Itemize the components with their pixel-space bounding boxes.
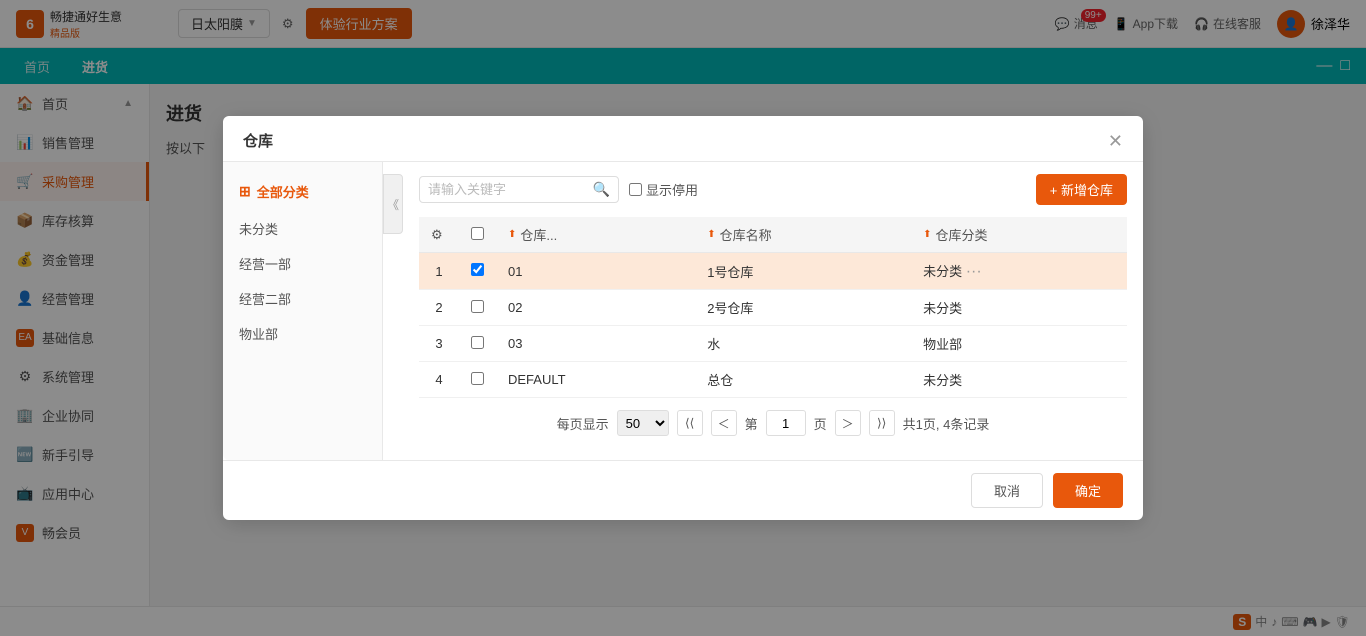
last-page-button[interactable]: ⟩⟩ (869, 410, 895, 436)
row-actions: 4 (419, 362, 459, 398)
row-category: 未分类 ··· (911, 253, 1127, 290)
modal-sidebar-header[interactable]: ⊞ 全部分类 (223, 174, 382, 211)
modal-toolbar: 🔍 显示停用 + 新增仓库 (419, 174, 1127, 205)
row-checkbox-cell (459, 326, 496, 362)
row-category: 物业部 (911, 326, 1127, 362)
row-checkbox-cell (459, 290, 496, 326)
row-actions: 1 (419, 253, 459, 290)
modal-sidebar-item-ops1[interactable]: 经营一部 (223, 246, 382, 281)
row-checkbox[interactable] (471, 300, 484, 313)
cancel-button[interactable]: 取消 (971, 473, 1043, 508)
modal-body: ⊞ 全部分类 未分类 经营一部 经营二部 物业部 《 🔍 (223, 162, 1143, 460)
modal-footer: 取消 确定 (223, 460, 1143, 520)
search-box: 🔍 (419, 176, 619, 203)
per-page-select[interactable]: 50 10 20 100 (617, 410, 669, 436)
modal-close-button[interactable]: ✕ (1108, 132, 1123, 150)
row-num: 2 (435, 300, 442, 315)
row-code: DEFAULT (496, 362, 695, 398)
warehouse-table: ⚙ ⬆ 仓库... (419, 217, 1127, 398)
new-warehouse-button[interactable]: + 新增仓库 (1036, 174, 1127, 205)
sort-icon-code: ⬆ (508, 229, 516, 240)
table-row: 1 01 1号仓库 未分类 ··· (419, 253, 1127, 290)
row-checkbox[interactable] (471, 263, 484, 276)
select-all-checkbox[interactable] (471, 227, 484, 240)
prev-page-button[interactable]: ＜ (711, 410, 737, 436)
table-header-row: ⚙ ⬆ 仓库... (419, 217, 1127, 253)
pagination: 每页显示 50 10 20 100 ⟨⟨ ＜ 第 页 ＞ ⟩⟩ 共1页, 4条记… (419, 398, 1127, 448)
settings-icon: ⚙ (431, 227, 443, 242)
show-disabled-label[interactable]: 显示停用 (629, 180, 698, 199)
row-more-button[interactable]: ··· (966, 263, 982, 281)
row-category: 未分类 (911, 290, 1127, 326)
row-num: 3 (435, 336, 442, 351)
row-checkbox-cell (459, 362, 496, 398)
row-code: 01 (496, 253, 695, 290)
row-category: 未分类 (911, 362, 1127, 398)
modal-sidebar-item-ops2[interactable]: 经营二部 (223, 281, 382, 316)
modal-header: 仓库 ✕ (223, 116, 1143, 162)
row-num: 1 (435, 264, 442, 279)
sort-icon-category: ⬆ (923, 229, 931, 240)
warehouse-modal: 仓库 ✕ ⊞ 全部分类 未分类 经营一部 经营二部 物业部 《 (223, 116, 1143, 520)
row-name: 水 (695, 326, 911, 362)
row-checkbox-cell (459, 253, 496, 290)
modal-sidebar: ⊞ 全部分类 未分类 经营一部 经营二部 物业部 (223, 162, 383, 460)
row-actions: 2 (419, 290, 459, 326)
row-checkbox[interactable] (471, 372, 484, 385)
modal-title: 仓库 (243, 130, 273, 151)
sort-icon-name: ⬆ (707, 229, 715, 240)
row-checkbox[interactable] (471, 336, 484, 349)
modal-sidebar-item-property[interactable]: 物业部 (223, 316, 382, 351)
search-icon: 🔍 (593, 181, 610, 198)
row-actions: 3 (419, 326, 459, 362)
table-container: ⚙ ⬆ 仓库... (419, 217, 1127, 398)
th-settings: ⚙ (419, 217, 459, 253)
table-row: 3 03 水 物业部 (419, 326, 1127, 362)
th-category[interactable]: ⬆ 仓库分类 (911, 217, 1127, 253)
sidebar-collapse-button[interactable]: 《 (383, 174, 403, 234)
grid-icon: ⊞ (239, 183, 251, 200)
th-checkbox (459, 217, 496, 253)
row-name: 1号仓库 (695, 253, 911, 290)
row-name: 2号仓库 (695, 290, 911, 326)
modal-main: 🔍 显示停用 + 新增仓库 ⚙ (403, 162, 1143, 460)
search-input[interactable] (428, 182, 587, 197)
row-num: 4 (435, 372, 442, 387)
th-code[interactable]: ⬆ 仓库... (496, 217, 695, 253)
first-page-button[interactable]: ⟨⟨ (677, 410, 703, 436)
row-code: 02 (496, 290, 695, 326)
page-input[interactable] (766, 410, 806, 436)
th-name[interactable]: ⬆ 仓库名称 (695, 217, 911, 253)
show-disabled-checkbox[interactable] (629, 183, 642, 196)
modal-overlay[interactable]: 仓库 ✕ ⊞ 全部分类 未分类 经营一部 经营二部 物业部 《 (0, 0, 1366, 636)
modal-sidebar-item-unclassified[interactable]: 未分类 (223, 211, 382, 246)
row-name: 总仓 (695, 362, 911, 398)
next-page-button[interactable]: ＞ (835, 410, 861, 436)
table-row: 2 02 2号仓库 未分类 (419, 290, 1127, 326)
row-code: 03 (496, 326, 695, 362)
confirm-button[interactable]: 确定 (1053, 473, 1123, 508)
table-row: 4 DEFAULT 总仓 未分类 (419, 362, 1127, 398)
